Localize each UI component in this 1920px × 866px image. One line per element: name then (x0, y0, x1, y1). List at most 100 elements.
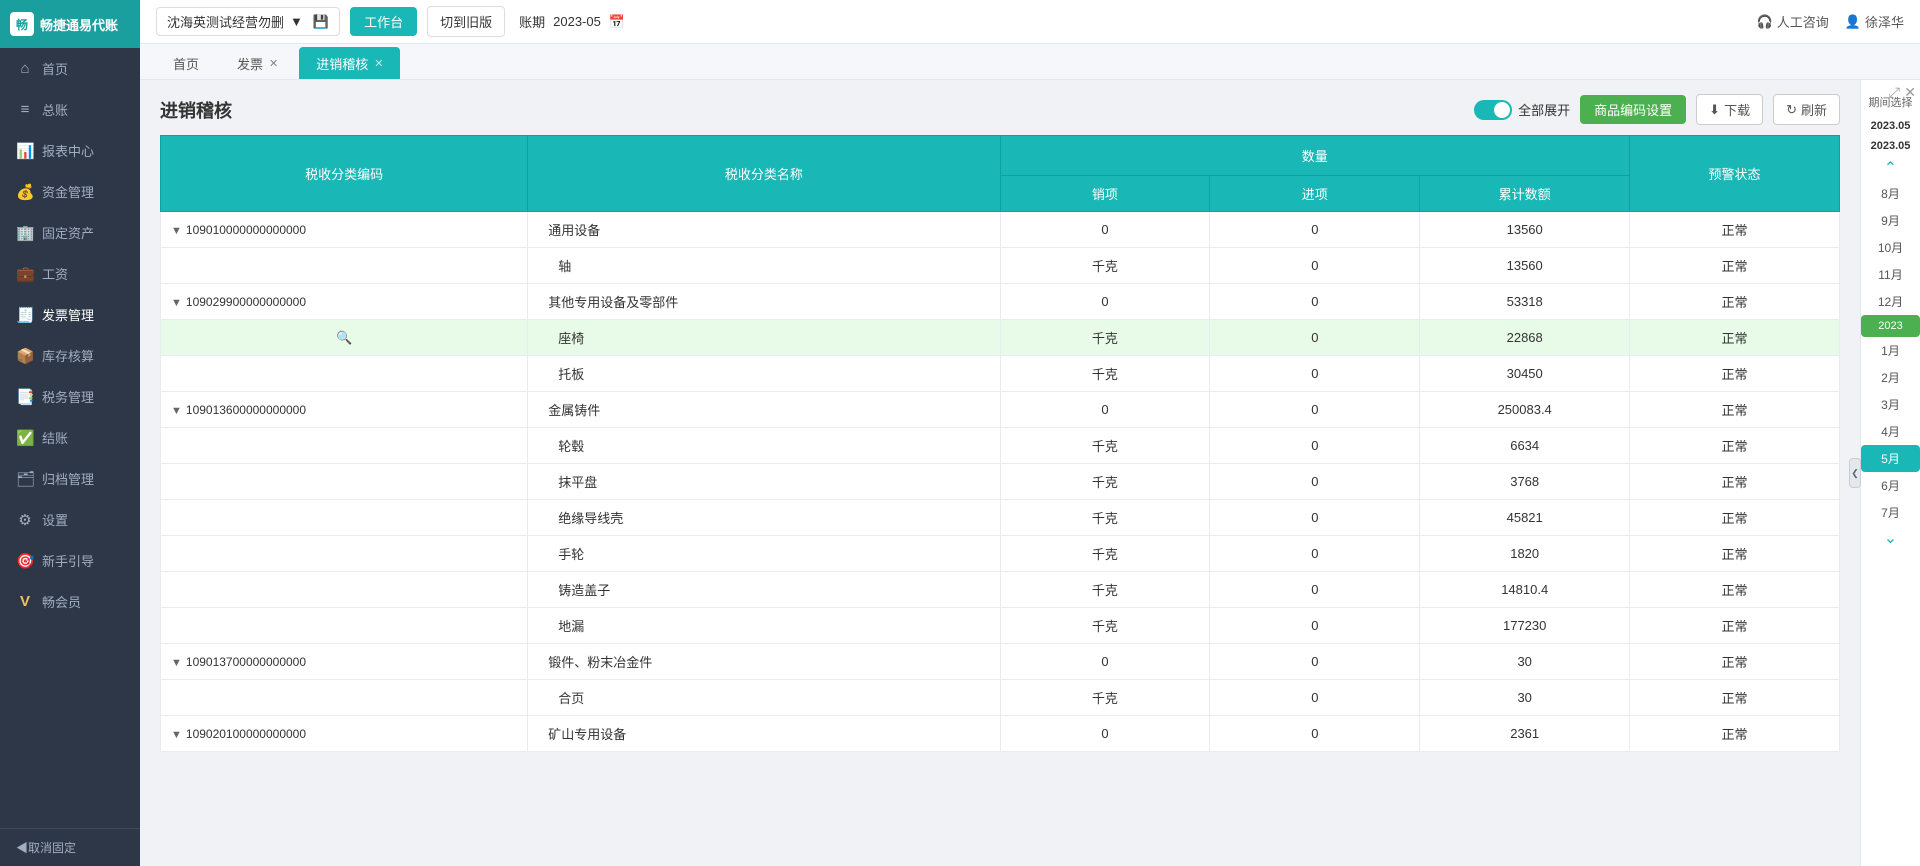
panel-close-button[interactable]: ✕ (1904, 84, 1916, 101)
download-button[interactable]: ⬇ 下载 (1696, 94, 1763, 125)
headset-icon: 🎧 (1757, 14, 1773, 30)
tab-invoice-close[interactable]: ✕ (269, 57, 278, 70)
period-month-11[interactable]: 11月 (1861, 261, 1920, 288)
sidebar-item-settlement[interactable]: ✅ 结账 (0, 417, 140, 458)
cancel-fixed-button[interactable]: ◀取消固定 (0, 828, 140, 866)
help-button[interactable]: 🎧 人工咨询 (1757, 12, 1829, 31)
sidebar-item-archive[interactable]: 🗂 归档管理 (0, 458, 140, 499)
tab-invoice[interactable]: 发票 ✕ (220, 47, 295, 79)
period-month-7[interactable]: 7月 (1861, 499, 1920, 526)
guide-icon: 🎯 (16, 552, 34, 570)
company-selector[interactable]: 沈海英测试经营勿删 ▼ 💾 (156, 7, 340, 36)
settings-icon: ⚙ (16, 511, 34, 529)
table-row-highlight: 🔍 座椅 千克 0 22868 正常 (161, 320, 1840, 356)
sidebar-item-guide[interactable]: 🎯 新手引导 (0, 540, 140, 581)
table-row: 地漏 千克 0 177230 正常 (161, 608, 1840, 644)
save-icon: 💾 (313, 14, 329, 30)
cell-purchase: 0 (1210, 284, 1420, 320)
cell-code (161, 248, 528, 284)
sidebar: 畅 畅捷通易代账 ⌂ 首页 ≡ 总账 📊 报表中心 💰 资金管理 🏢 固定资产 … (0, 0, 140, 866)
scroll-down-button[interactable]: ⌄ (1882, 526, 1899, 550)
page-title: 进销稽核 (160, 97, 232, 123)
cell-total: 53318 (1420, 284, 1630, 320)
help-label: 人工咨询 (1777, 12, 1829, 31)
cell-unit: 千克 (1000, 320, 1210, 356)
cell-status: 正常 (1630, 212, 1840, 248)
cell-name: 座椅 (528, 320, 1000, 356)
funds-icon: 💰 (16, 183, 34, 201)
assets-icon: 🏢 (16, 224, 34, 242)
sidebar-item-ledger[interactable]: ≡ 总账 (0, 89, 140, 130)
cell-sales: 0 (1000, 212, 1210, 248)
download-icon: ⬇ (1709, 102, 1720, 118)
th-quantity: 数量 (1000, 136, 1630, 176)
user-menu[interactable]: 👤 徐泽华 (1845, 12, 1904, 31)
sidebar-item-reports[interactable]: 📊 报表中心 (0, 130, 140, 171)
panel-toggle-button[interactable]: ❮ (1849, 458, 1861, 488)
page-header: 进销稽核 全部展开 商品编码设置 ⬇ 下载 ↻ 刷新 (140, 80, 1860, 135)
th-tax-name: 税收分类名称 (528, 136, 1000, 212)
th-tax-code: 税收分类编码 (161, 136, 528, 212)
cell-name: 通用设备 (528, 212, 1000, 248)
archive-icon: 🗂 (16, 470, 34, 488)
period-month-6[interactable]: 6月 (1861, 472, 1920, 499)
tax-icon: 📑 (16, 388, 34, 406)
page-actions: 全部展开 商品编码设置 ⬇ 下载 ↻ 刷新 (1474, 94, 1840, 125)
table-row: 合页 千克 0 30 正常 (161, 680, 1840, 716)
cell-status: 正常 (1630, 284, 1840, 320)
panel-expand-button[interactable]: ⤢ (1889, 84, 1900, 101)
period-month-2[interactable]: 2月 (1861, 364, 1920, 391)
cell-total: 250083.4 (1420, 392, 1630, 428)
sidebar-item-inventory[interactable]: 📦 库存核算 (0, 335, 140, 376)
sidebar-item-settings[interactable]: ⚙ 设置 (0, 499, 140, 540)
cell-code: ▼109013600000000000 (161, 392, 528, 428)
table-row: 轮毂 千克 0 6634 正常 (161, 428, 1840, 464)
refresh-icon: ↻ (1786, 102, 1797, 118)
cell-name: 其他专用设备及零部件 (528, 284, 1000, 320)
tab-reconciliation-close[interactable]: ✕ (374, 57, 383, 70)
period-value: 2023-05 (553, 14, 601, 29)
cell-purchase: 0 (1210, 212, 1420, 248)
sidebar-item-funds[interactable]: 💰 资金管理 (0, 171, 140, 212)
period-month-3[interactable]: 3月 (1861, 391, 1920, 418)
sidebar-label-ledger: 总账 (42, 100, 68, 119)
sidebar-item-home[interactable]: ⌂ 首页 (0, 48, 140, 89)
period-month-9[interactable]: 9月 (1861, 207, 1920, 234)
period-month-12[interactable]: 12月 (1861, 288, 1920, 315)
sidebar-label-invoice: 发票管理 (42, 305, 94, 324)
period-month-10[interactable]: 10月 (1861, 234, 1920, 261)
sidebar-item-assets[interactable]: 🏢 固定资产 (0, 212, 140, 253)
period-month-4[interactable]: 4月 (1861, 418, 1920, 445)
sidebar-item-tax[interactable]: 📑 税务管理 (0, 376, 140, 417)
calendar-icon[interactable]: 📅 (609, 14, 625, 30)
sidebar-logo: 畅 畅捷通易代账 (0, 0, 140, 48)
sidebar-item-payroll[interactable]: 💼 工资 (0, 253, 140, 294)
app-name: 畅捷通易代账 (40, 15, 118, 34)
table-body: ▼109010000000000000 通用设备 0 0 13560 正常 (161, 212, 1840, 752)
sidebar-label-home: 首页 (42, 59, 68, 78)
sidebar-item-member[interactable]: V 畅会员 (0, 581, 140, 622)
cell-sales: 0 (1210, 320, 1420, 356)
page-content: 进销稽核 全部展开 商品编码设置 ⬇ 下载 ↻ 刷新 (140, 80, 1860, 866)
period-month-5[interactable]: 5月 (1861, 445, 1920, 472)
sidebar-label-tax: 税务管理 (42, 387, 94, 406)
table-row: ▼109010000000000000 通用设备 0 0 13560 正常 (161, 212, 1840, 248)
product-code-button[interactable]: 商品编码设置 (1580, 95, 1686, 124)
tab-reconciliation[interactable]: 进销稽核 ✕ (299, 47, 400, 79)
th-purchase: 进项 (1210, 176, 1420, 212)
cell-total: 13560 (1420, 212, 1630, 248)
scroll-up-button[interactable]: ⌃ (1882, 156, 1899, 180)
sidebar-item-invoice[interactable]: 🧾 发票管理 (0, 294, 140, 335)
user-icon: 👤 (1845, 14, 1861, 30)
table-row: 手轮 千克 0 1820 正常 (161, 536, 1840, 572)
sidebar-label-member: 畅会员 (42, 592, 81, 611)
period-month-1[interactable]: 1月 (1861, 337, 1920, 364)
company-name: 沈海英测试经营勿删 (167, 12, 284, 31)
workspace-button[interactable]: 工作台 (350, 7, 417, 36)
expand-toggle[interactable] (1474, 100, 1512, 120)
tab-home[interactable]: 首页 (156, 47, 216, 79)
period-month-8[interactable]: 8月 (1861, 180, 1920, 207)
refresh-button[interactable]: ↻ 刷新 (1773, 94, 1840, 125)
switch-version-button[interactable]: 切到旧版 (427, 6, 505, 37)
sidebar-label-archive: 归档管理 (42, 469, 94, 488)
